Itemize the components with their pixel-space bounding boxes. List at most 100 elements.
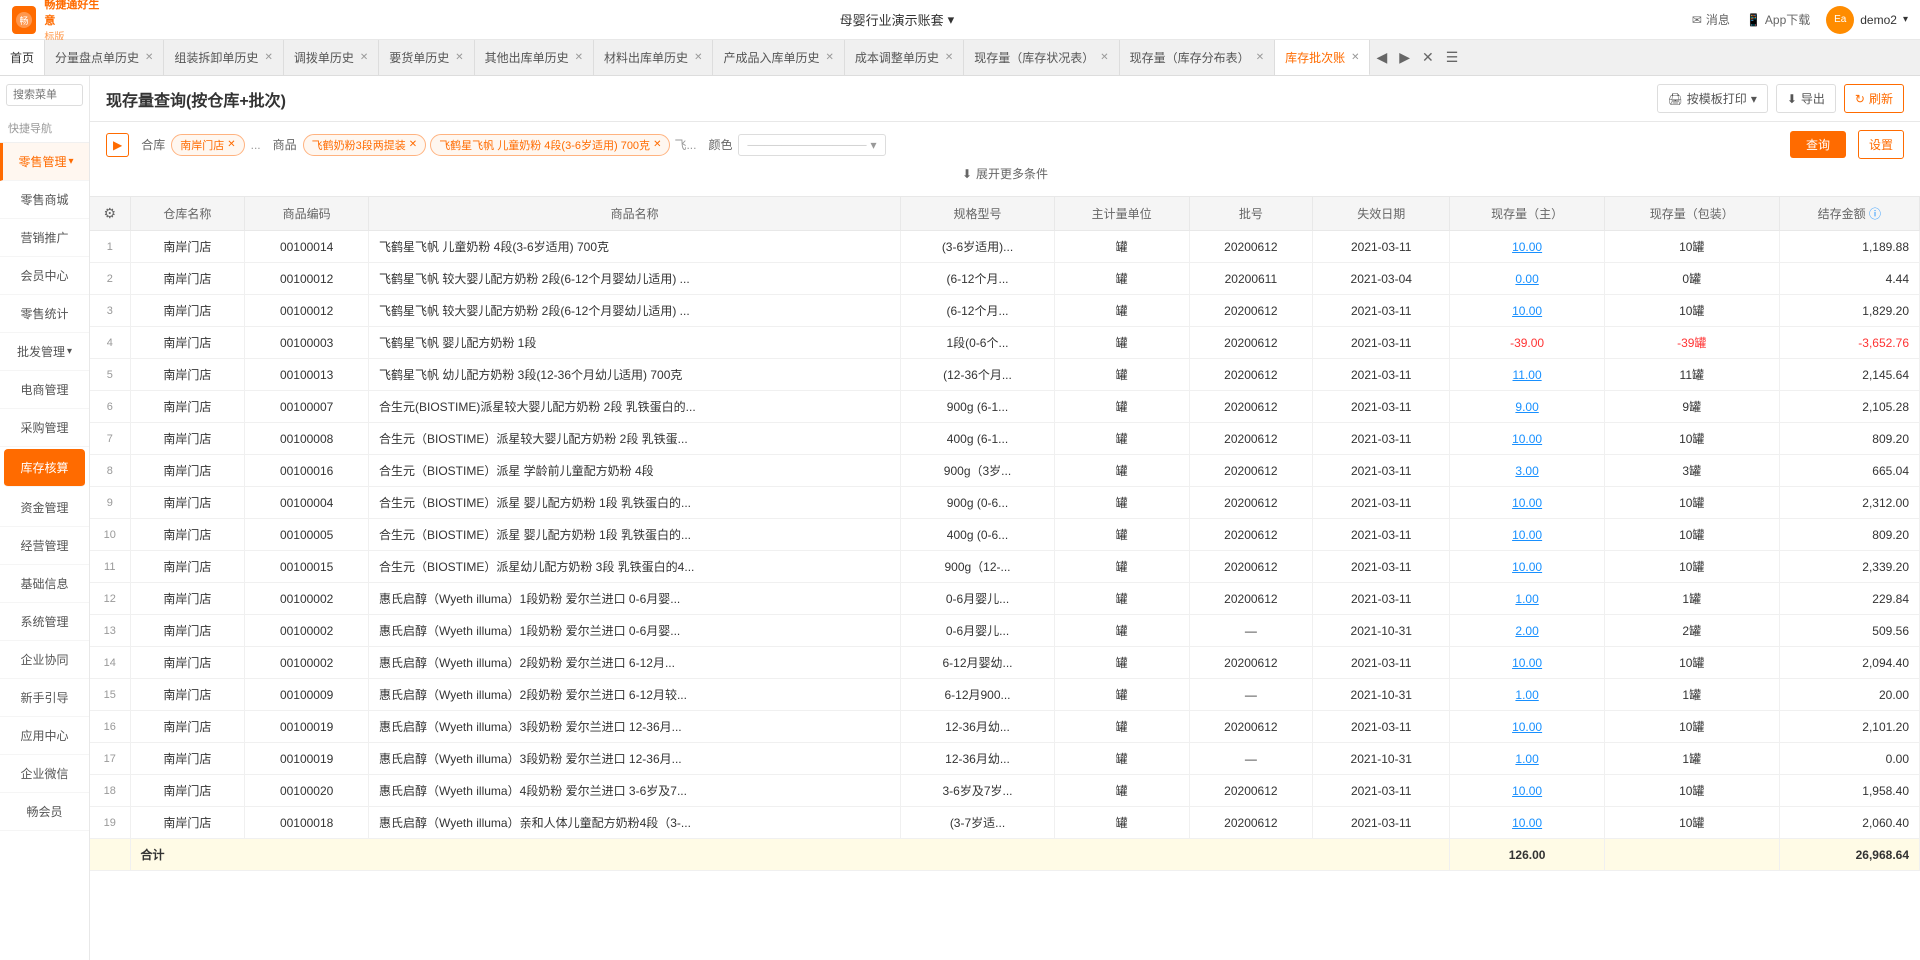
sidebar-item-wholesale[interactable]: 批发管理 ▾ (0, 333, 89, 371)
tab-close-8[interactable]: ✕ (945, 52, 953, 63)
sidebar-item-basic[interactable]: 基础信息 (0, 565, 89, 603)
product-more[interactable]: 飞... (674, 136, 696, 153)
cell-qty-main[interactable]: -39.00 (1450, 327, 1605, 359)
color-dropdown[interactable]: ────────────── ▾ (738, 134, 885, 156)
warehouse-more[interactable]: ... (251, 138, 261, 152)
sidebar-item-operation[interactable]: 经营管理 (0, 527, 89, 565)
cell-qty-main[interactable]: 1.00 (1450, 583, 1605, 615)
sidebar-item-ecommerce[interactable]: 电商管理 (0, 371, 89, 409)
sidebar-item-guide[interactable]: 新手引导 (0, 679, 89, 717)
tab-close-all-btn[interactable]: ✕ (1416, 40, 1440, 76)
cell-qty-main[interactable]: 10.00 (1450, 231, 1605, 263)
product-tag-1[interactable]: 飞鹤奶粉3段两提装 ✕ (303, 134, 427, 156)
tab-close-6[interactable]: ✕ (694, 52, 702, 63)
tab-close-4[interactable]: ✕ (455, 52, 463, 63)
tab-2[interactable]: 组装拆卸单历史 ✕ (164, 40, 283, 76)
col-warehouse: 仓库名称 (130, 197, 245, 231)
app-download-btn[interactable]: 📱 App下载 (1746, 11, 1810, 28)
tab-1[interactable]: 分量盘点单历史 ✕ (45, 40, 164, 76)
cell-code: 00100020 (245, 775, 369, 807)
message-btn[interactable]: ✉ 消息 (1692, 11, 1730, 28)
tab-3[interactable]: 调拨单历史 ✕ (284, 40, 379, 76)
sidebar-item-retail[interactable]: 零售管理 ▾ (0, 143, 89, 181)
sidebar-item-mall[interactable]: 零售商城 (0, 181, 89, 219)
tab-next-btn[interactable]: ▶ (1393, 40, 1416, 76)
cell-qty-main[interactable]: 1.00 (1450, 743, 1605, 775)
cell-unit: 罐 (1054, 391, 1189, 423)
tab-11[interactable]: 库存批次账 ✕ (1275, 40, 1370, 76)
tab-close-9[interactable]: ✕ (1100, 52, 1108, 63)
sidebar-item-collab[interactable]: 企业协同 (0, 641, 89, 679)
cell-no: 15 (90, 679, 130, 711)
tab-8[interactable]: 成本调整单历史 ✕ (845, 40, 964, 76)
sidebar-item-wechat[interactable]: 企业微信 (0, 755, 89, 793)
sidebar-item-system[interactable]: 系统管理 (0, 603, 89, 641)
settings-icon[interactable]: ⚙ (103, 205, 116, 221)
table-row: 7 南岸门店 00100008 合生元（BIOSTIME）派星较大婴儿配方奶粉 … (90, 423, 1920, 455)
tab-5[interactable]: 其他出库单历史 ✕ (475, 40, 594, 76)
sidebar-item-finance[interactable]: 资金管理 (0, 489, 89, 527)
tab-close-3[interactable]: ✕ (360, 52, 368, 63)
search-button[interactable]: 查询 (1790, 131, 1846, 158)
tab-9[interactable]: 现存量（库存状况表） ✕ (964, 40, 1119, 76)
tab-close-11[interactable]: ✕ (1351, 52, 1359, 63)
print-btn[interactable]: 🖨 按模板打印 ▾ (1657, 84, 1768, 113)
tab-close-1[interactable]: ✕ (145, 52, 153, 63)
sidebar-item-member[interactable]: 会员中心 (0, 257, 89, 295)
tab-7[interactable]: 产成品入库单历史 ✕ (713, 40, 844, 76)
cell-qty-main[interactable]: 10.00 (1450, 775, 1605, 807)
sidebar-item-member2[interactable]: 畅会员 (0, 793, 89, 831)
cell-qty-main[interactable]: 0.00 (1450, 263, 1605, 295)
tab-6[interactable]: 材料出库单历史 ✕ (594, 40, 713, 76)
expand-filter-btn[interactable]: ▶ (106, 133, 129, 157)
cell-qty-main[interactable]: 10.00 (1450, 647, 1605, 679)
cell-qty-main[interactable]: 10.00 (1450, 519, 1605, 551)
tab-menu-btn[interactable]: ☰ (1440, 40, 1465, 76)
tab-prev-btn[interactable]: ◀ (1370, 40, 1393, 76)
warehouse-tag-close[interactable]: ✕ (227, 139, 235, 150)
cell-qty-main[interactable]: 3.00 (1450, 455, 1605, 487)
cell-qty-main[interactable]: 10.00 (1450, 295, 1605, 327)
cell-qty-main[interactable]: 2.00 (1450, 615, 1605, 647)
table-row: 11 南岸门店 00100015 合生元（BIOSTIME）派星幼儿配方奶粉 3… (90, 551, 1920, 583)
warehouse-tag[interactable]: 南岸门店 ✕ (171, 134, 244, 156)
table-row: 4 南岸门店 00100003 飞鹤星飞帆 婴儿配方奶粉 1段 1段(0-6个.… (90, 327, 1920, 359)
cell-qty-main[interactable]: 10.00 (1450, 487, 1605, 519)
cell-qty-main[interactable]: 9.00 (1450, 391, 1605, 423)
tab-4[interactable]: 要货单历史 ✕ (379, 40, 474, 76)
sidebar-item-stats[interactable]: 零售统计 (0, 295, 89, 333)
sidebar-item-apps[interactable]: 应用中心 (0, 717, 89, 755)
cell-qty-main[interactable]: 10.00 (1450, 807, 1605, 839)
tab-close-7[interactable]: ✕ (825, 52, 833, 63)
info-icon[interactable]: ⓘ (1869, 207, 1881, 221)
user-area[interactable]: Ea demo2 ▾ (1826, 6, 1908, 34)
account-selector[interactable]: 母婴行业演示账套 ▾ (840, 10, 955, 29)
inventory-table: ⚙ 仓库名称 商品编码 商品名称 规格型号 主计量单位 批号 失效日期 现存量（… (90, 197, 1920, 871)
cell-spec: 0-6月婴儿... (901, 583, 1055, 615)
tab-close-10[interactable]: ✕ (1256, 52, 1264, 63)
cell-warehouse: 南岸门店 (130, 679, 245, 711)
sidebar-item-marketing[interactable]: 营销推广 (0, 219, 89, 257)
cell-qty-main[interactable]: 11.00 (1450, 359, 1605, 391)
tab-home[interactable]: 首页 (0, 40, 45, 76)
export-btn[interactable]: ⬇ 导出 (1776, 84, 1836, 113)
settings-button[interactable]: 设置 (1858, 130, 1904, 159)
tab-close-5[interactable]: ✕ (575, 52, 583, 63)
tab-close-2[interactable]: ✕ (264, 52, 272, 63)
download-icon: 📱 (1746, 13, 1761, 27)
sidebar-item-purchase[interactable]: 采购管理 (0, 409, 89, 447)
refresh-btn[interactable]: ↻ 刷新 (1844, 84, 1904, 113)
expand-more-btn[interactable]: ⬇ 展开更多条件 (962, 165, 1048, 182)
col-settings[interactable]: ⚙ (90, 197, 130, 231)
table-row: 6 南岸门店 00100007 合生元(BIOSTIME)派星较大婴儿配方奶粉 … (90, 391, 1920, 423)
product-tag-2[interactable]: 飞鹤星飞帆 儿童奶粉 4段(3-6岁适用) 700克 ✕ (430, 134, 670, 156)
cell-qty-main[interactable]: 10.00 (1450, 423, 1605, 455)
cell-qty-main[interactable]: 10.00 (1450, 711, 1605, 743)
tab-10[interactable]: 现存量（库存分布表） ✕ (1120, 40, 1275, 76)
search-input[interactable] (6, 84, 83, 106)
cell-qty-main[interactable]: 1.00 (1450, 679, 1605, 711)
cell-qty-main[interactable]: 10.00 (1450, 551, 1605, 583)
product-tag-2-close[interactable]: ✕ (653, 139, 661, 150)
sidebar-item-inventory[interactable]: 库存核算 (4, 449, 85, 487)
product-tag-1-close[interactable]: ✕ (409, 139, 417, 150)
